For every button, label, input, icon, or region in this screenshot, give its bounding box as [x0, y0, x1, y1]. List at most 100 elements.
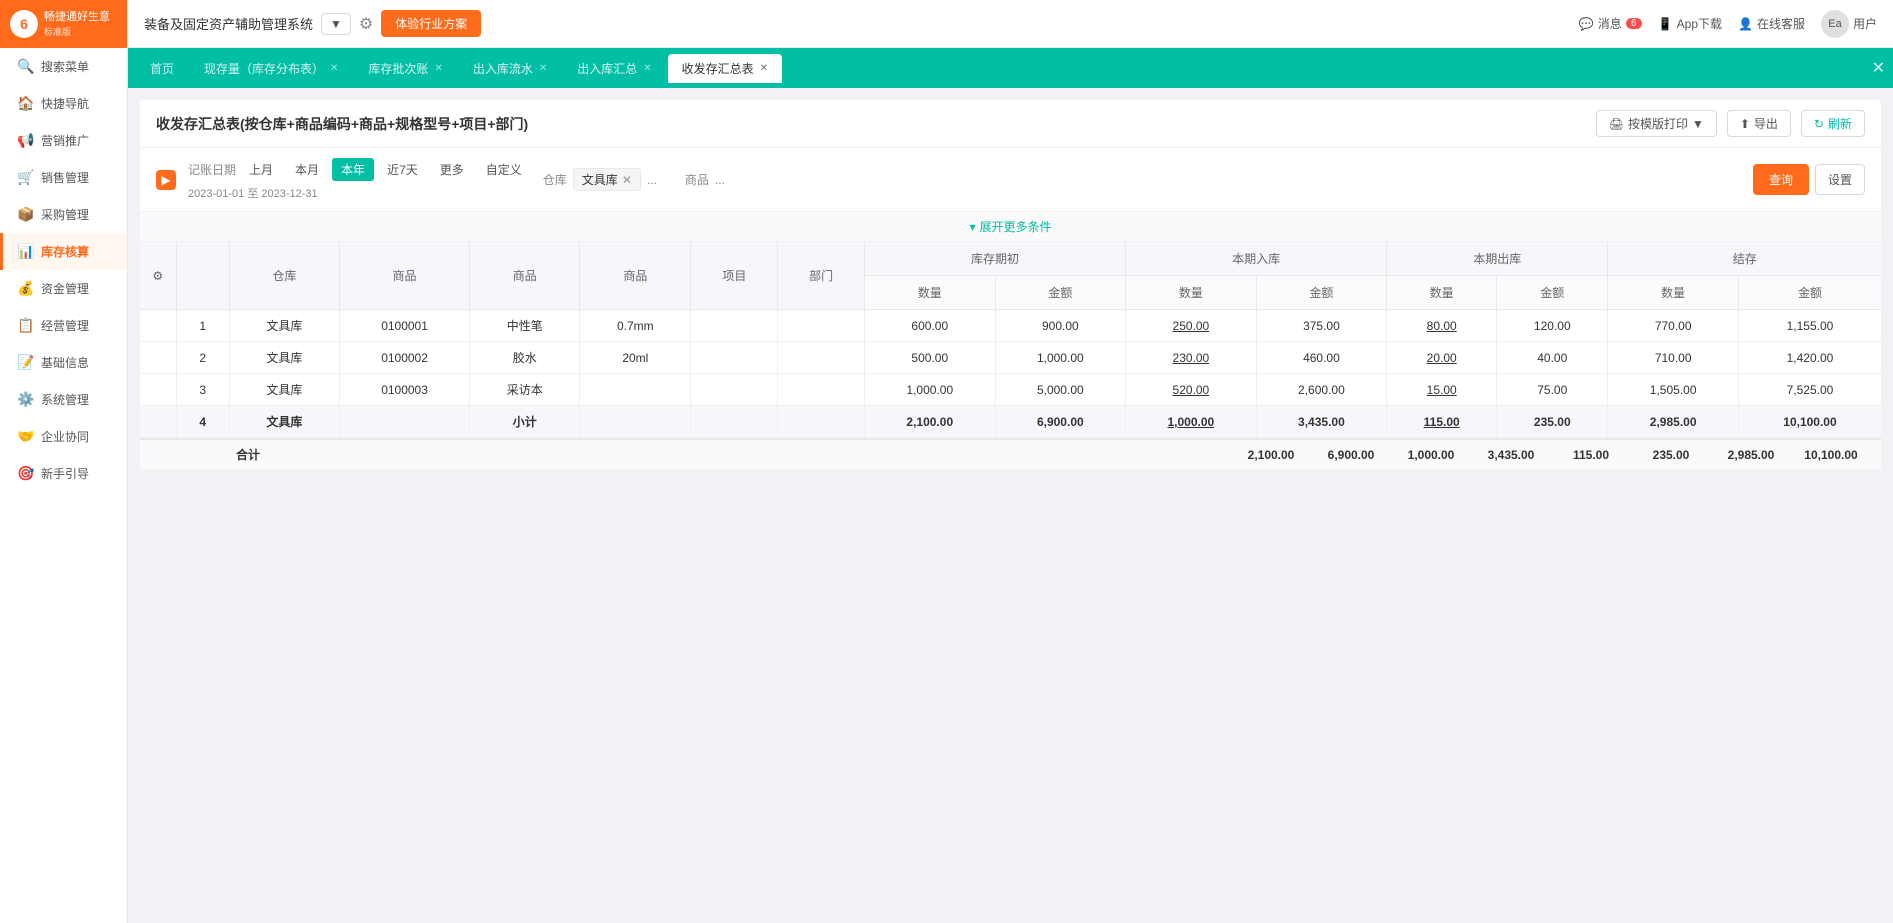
tab-home[interactable]: 首页 — [136, 54, 188, 83]
print-label: 按模版打印 — [1628, 115, 1688, 132]
table-body: 1文具库0100001中性笔0.7mm600.00900.00250.00375… — [140, 310, 1881, 438]
cell-in-qty-3[interactable]: 1,000.00 — [1126, 406, 1257, 438]
cell-out-qty-1[interactable]: 20.00 — [1387, 342, 1497, 374]
online-service-item[interactable]: 👤 在线客服 — [1738, 15, 1805, 32]
cell-in-qty-2[interactable]: 520.00 — [1126, 374, 1257, 406]
cell-in-qty-0[interactable]: 250.00 — [1126, 310, 1257, 342]
sidebar-item-label-enterprise: 企业协同 — [41, 428, 89, 445]
th-close-amt: 金额 — [1738, 276, 1881, 310]
marketing-icon: 📢 — [17, 132, 33, 149]
cell-in-qty-1[interactable]: 230.00 — [1126, 342, 1257, 374]
print-chevron: ▼ — [1692, 117, 1704, 131]
tab-close-stock-dist[interactable]: ✕ — [330, 63, 338, 74]
table-row: 3文具库0100003采访本1,000.005,000.00520.002,60… — [140, 374, 1881, 406]
sidebar-logo: 6 畅捷通好生意 标准版 — [0, 0, 127, 48]
selector-chevron: ▼ — [330, 17, 342, 31]
system-selector[interactable]: ▼ — [321, 13, 351, 35]
product-filter-label: 商品 — [685, 171, 709, 188]
print-button[interactable]: 🖨 按模版打印 ▼ — [1596, 110, 1717, 137]
date-btn-本年[interactable]: 本年 — [332, 158, 374, 181]
tabs-container: 首页现存量（库存分布表）✕库存批次账✕出入库流水✕ 出入库汇总 ✕ 收发存汇总表 ✕ — [136, 54, 1870, 83]
sidebar-nav: 🔍搜索菜单🏠快捷导航📢营销推广🛒销售管理📦采购管理📊库存核算💰资金管理📋经营管理… — [0, 48, 127, 923]
cell-close-amt-0: 1,155.00 — [1738, 310, 1881, 342]
sidebar-item-marketing[interactable]: 📢营销推广 — [0, 122, 127, 159]
sidebar-item-inventory[interactable]: 📊库存核算 — [0, 233, 127, 270]
newbie-icon: 🎯 — [17, 465, 33, 482]
purchase-icon: 📦 — [17, 206, 33, 223]
sidebar-item-quick[interactable]: 🏠快捷导航 — [0, 85, 127, 122]
cell-out-amt-0: 120.00 — [1497, 310, 1608, 342]
tab-close-inout-summary[interactable]: ✕ — [643, 63, 651, 74]
logo-text-group: 畅捷通好生意 标准版 — [44, 10, 110, 37]
filter-toggle-button[interactable]: ▶ — [156, 170, 176, 190]
sidebar-item-finance[interactable]: 💰资金管理 — [0, 270, 127, 307]
product-filter-group: 商品 ... — [685, 171, 725, 188]
export-button[interactable]: ⬆ 导出 — [1727, 110, 1791, 137]
settings-button[interactable]: 设置 — [1815, 164, 1865, 195]
warehouse-tag-remove[interactable]: ✕ — [622, 173, 632, 187]
date-btn-本月[interactable]: 本月 — [286, 158, 328, 181]
product-more-btn[interactable]: ... — [715, 173, 725, 187]
app-download-item[interactable]: 📱 App下载 — [1658, 15, 1722, 32]
close-all-tabs[interactable]: ✕ — [1872, 58, 1885, 78]
sidebar-item-newbie[interactable]: 🎯 新手引导 — [0, 455, 127, 492]
th-close-qty: 数量 — [1608, 276, 1739, 310]
expand-button[interactable]: ▾ 展开更多条件 — [969, 218, 1051, 235]
cell-code-1: 0100002 — [339, 342, 470, 374]
sidebar-item-operation[interactable]: 📋经营管理 — [0, 307, 127, 344]
message-badge: 6 — [1626, 18, 1642, 29]
date-btn-近7天[interactable]: 近7天 — [378, 158, 427, 181]
sidebar-item-purchase[interactable]: 📦采购管理 — [0, 196, 127, 233]
export-icon: ⬆ — [1740, 117, 1750, 131]
cell-out-qty-3[interactable]: 115.00 — [1387, 406, 1497, 438]
settings-icon[interactable]: ⚙ — [359, 14, 373, 34]
tab-label-receive-send: 收发存汇总表 — [682, 60, 754, 77]
tab-inout-summary[interactable]: 出入库汇总 ✕ — [563, 54, 665, 83]
inventory-icon: 📊 — [17, 243, 33, 260]
cell-open-qty-2: 1,000.00 — [865, 374, 996, 406]
query-button[interactable]: 查询 — [1753, 164, 1809, 195]
sidebar-item-enterprise[interactable]: 🤝企业协同 — [0, 418, 127, 455]
tab-batch[interactable]: 库存批次账✕ — [354, 54, 456, 83]
warehouse-more-btn[interactable]: ... — [647, 173, 657, 187]
date-btn-自定义[interactable]: 自定义 — [477, 158, 531, 181]
topbar-right: 💬 消息 6 📱 App下载 👤 在线客服 Ea 用户 — [1579, 10, 1877, 38]
message-item[interactable]: 💬 消息 6 — [1579, 15, 1642, 32]
tab-label-inout-summary: 出入库汇总 — [577, 60, 637, 77]
tab-receive-send[interactable]: 收发存汇总表 ✕ — [668, 54, 782, 83]
cell-out-qty-2[interactable]: 15.00 — [1387, 374, 1497, 406]
th-settings[interactable]: ⚙ — [140, 242, 176, 310]
sidebar-item-basic[interactable]: 📝基础信息 — [0, 344, 127, 381]
sidebar-item-search[interactable]: 🔍搜索菜单 — [0, 48, 127, 85]
trial-button[interactable]: 体验行业方案 — [381, 10, 481, 37]
main-card: 收发存汇总表(按仓库+商品编码+商品+规格型号+项目+部门) 🖨 按模版打印 ▼… — [140, 100, 1881, 469]
tab-close-receive-send[interactable]: ✕ — [760, 63, 768, 74]
cell-out-qty-0[interactable]: 80.00 — [1387, 310, 1497, 342]
cell-in-amt-1: 460.00 — [1256, 342, 1387, 374]
refresh-button[interactable]: ↻ 刷新 — [1801, 110, 1865, 137]
sidebar-item-label-newbie: 新手引导 — [41, 465, 89, 482]
tab-stock-dist[interactable]: 现存量（库存分布表）✕ — [190, 54, 352, 83]
cell-close-qty-0: 770.00 — [1608, 310, 1739, 342]
sidebar-item-sales[interactable]: 🛒销售管理 — [0, 159, 127, 196]
cell-warehouse-2: 文具库 — [229, 374, 339, 406]
date-btn-更多[interactable]: 更多 — [431, 158, 473, 181]
sales-icon: 🛒 — [17, 169, 33, 186]
tab-close-inout-flow[interactable]: ✕ — [539, 63, 547, 74]
sidebar-item-system[interactable]: ⚙️系统管理 — [0, 381, 127, 418]
data-table: ⚙ 仓库 商品 商品 商品 项目 部门 库存期初 本期入库 本期出库 结存 — [140, 242, 1881, 438]
cell-name-2: 采访本 — [470, 374, 580, 406]
service-icon: 👤 — [1738, 17, 1753, 31]
logo-title: 畅捷通好生意 — [44, 10, 110, 24]
warehouse-tag[interactable]: 文具库 ✕ — [573, 168, 641, 191]
user-item[interactable]: Ea 用户 — [1821, 10, 1877, 38]
user-avatar: Ea — [1821, 10, 1849, 38]
cell-code-3 — [339, 406, 470, 438]
tab-inout-flow[interactable]: 出入库流水✕ — [459, 54, 561, 83]
footer-close-amt: 10,100.00 — [1791, 448, 1871, 462]
tab-close-batch[interactable]: ✕ — [434, 63, 442, 74]
th-in-amt: 金额 — [1256, 276, 1387, 310]
cell-close-qty-3: 2,985.00 — [1608, 406, 1739, 438]
date-btn-上月[interactable]: 上月 — [240, 158, 282, 181]
table-header-group-row: ⚙ 仓库 商品 商品 商品 项目 部门 库存期初 本期入库 本期出库 结存 — [140, 242, 1881, 276]
